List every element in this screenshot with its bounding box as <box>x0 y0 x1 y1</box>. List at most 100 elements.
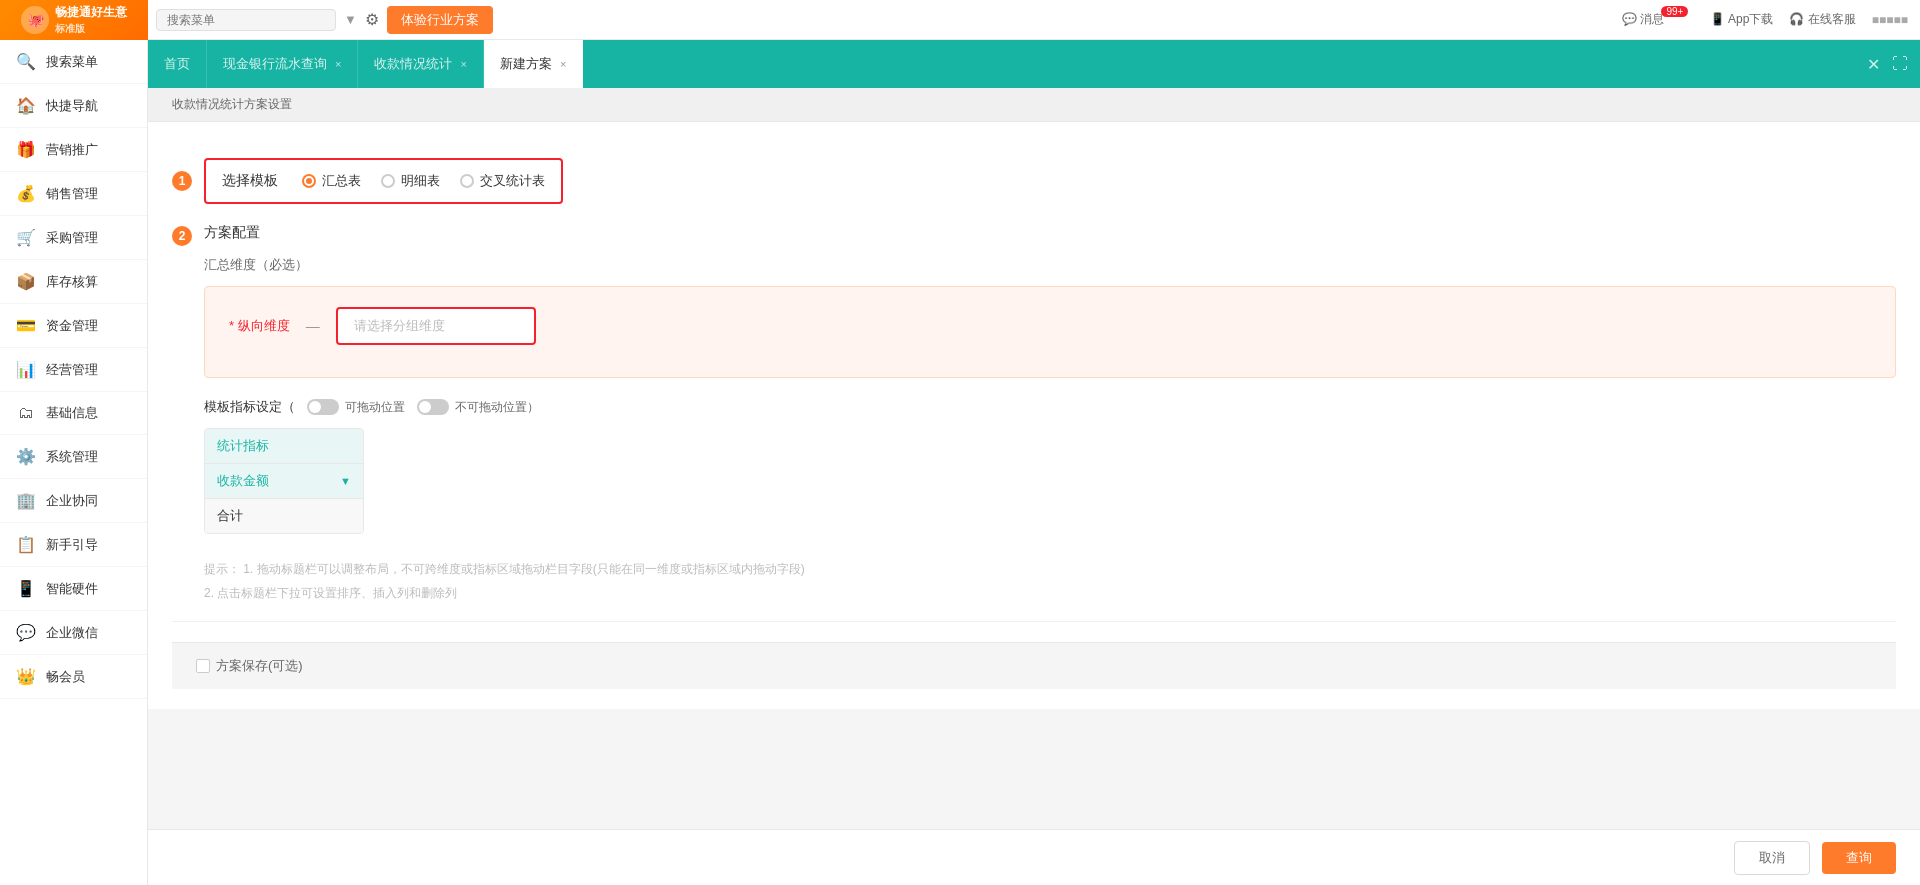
sidebar-item-search[interactable]: 🔍 搜索菜单 <box>0 40 147 84</box>
tab-bar-right: ✕ ⛶ <box>1867 55 1920 74</box>
tab-home[interactable]: 首页 <box>148 40 207 88</box>
save-option: 方案保存(可选) <box>172 642 1896 689</box>
metrics-section: 模板指标设定（ 可拖动位置 不可拖动位置） <box>204 398 1896 537</box>
draggable-toggle: 可拖动位置 <box>307 399 405 416</box>
app-name: 畅捷通好生意 标准版 <box>55 4 127 36</box>
main-layout: 🔍 搜索菜单 🏠 快捷导航 🎁 营销推广 💰 销售管理 🛒 采购管理 📦 库存核… <box>0 40 1920 885</box>
sidebar-item-label: 新手引导 <box>46 536 98 554</box>
sidebar-item-operation[interactable]: 📊 经营管理 <box>0 348 147 392</box>
tab-collection[interactable]: 收款情况统计 × <box>358 40 483 88</box>
radio-summary[interactable]: 汇总表 <box>302 172 361 190</box>
sidebar-item-wechat[interactable]: 💬 企业微信 <box>0 611 147 655</box>
tab-bar: 首页 现金银行流水查询 × 收款情况统计 × 新建方案 × ✕ ⛶ <box>148 40 1920 88</box>
sidebar: 🔍 搜索菜单 🏠 快捷导航 🎁 营销推广 💰 销售管理 🛒 采购管理 📦 库存核… <box>0 40 148 885</box>
sidebar-item-quick[interactable]: 🏠 快捷导航 <box>0 84 147 128</box>
arrow-icon: — <box>306 318 320 334</box>
tab-home-label: 首页 <box>164 55 190 73</box>
sidebar-item-label: 企业协同 <box>46 492 98 510</box>
sidebar-item-basic[interactable]: 🗂 基础信息 <box>0 392 147 435</box>
sidebar-item-guide[interactable]: 📋 新手引导 <box>0 523 147 567</box>
radio-detail[interactable]: 明细表 <box>381 172 440 190</box>
download-section[interactable]: 📱 App下载 <box>1710 11 1773 28</box>
non-draggable-switch[interactable] <box>417 399 449 415</box>
operation-icon: 📊 <box>16 360 36 379</box>
search-input[interactable] <box>156 9 336 31</box>
radio-dot-cross <box>460 174 474 188</box>
radio-dot-detail <box>381 174 395 188</box>
sidebar-item-marketing[interactable]: 🎁 营销推广 <box>0 128 147 172</box>
sidebar-item-label: 系统管理 <box>46 448 98 466</box>
metrics-table-header: 统计指标 <box>205 429 363 464</box>
content-area: 首页 现金银行流水查询 × 收款情况统计 × 新建方案 × ✕ ⛶ 收 <box>148 40 1920 885</box>
tab-collection-close[interactable]: × <box>460 58 466 70</box>
radio-cross[interactable]: 交叉统计表 <box>460 172 545 190</box>
gift-icon: 🎁 <box>16 140 36 159</box>
sidebar-item-inventory[interactable]: 📦 库存核算 <box>0 260 147 304</box>
basic-icon: 🗂 <box>16 404 36 422</box>
industry-btn[interactable]: 体验行业方案 <box>387 6 493 34</box>
logo-icon: 🐙 <box>21 6 49 34</box>
tab-new-plan[interactable]: 新建方案 × <box>484 40 583 88</box>
message-section[interactable]: 💬 消息 99+ <box>1622 11 1695 28</box>
sidebar-item-corp[interactable]: 🏢 企业协同 <box>0 479 147 523</box>
hardware-icon: 📱 <box>16 579 36 598</box>
sidebar-item-label: 销售管理 <box>46 185 98 203</box>
wechat-icon: 💬 <box>16 623 36 642</box>
corp-icon: 🏢 <box>16 491 36 510</box>
tip1: 提示： 1. 拖动标题栏可以调整布局，不可跨维度或指标区域拖动栏目字段(只能在同… <box>204 557 1896 581</box>
save-checkbox-item[interactable]: 方案保存(可选) <box>196 657 303 675</box>
message-badge: 99+ <box>1661 6 1688 17</box>
search-icon: 🔍 <box>16 52 36 71</box>
tab-new-plan-close[interactable]: × <box>560 58 566 70</box>
query-button[interactable]: 查询 <box>1822 842 1896 874</box>
guide-icon: 📋 <box>16 535 36 554</box>
gear-icon[interactable]: ⚙ <box>365 10 379 29</box>
template-radio-group: 汇总表 明细表 交叉统计表 <box>302 172 545 190</box>
draggable-switch[interactable] <box>307 399 339 415</box>
sidebar-item-system[interactable]: ⚙️ 系统管理 <box>0 435 147 479</box>
sidebar-item-capital[interactable]: 💳 资金管理 <box>0 304 147 348</box>
dimension-row: * 纵向维度 — 请选择分组维度 <box>229 307 1871 345</box>
non-draggable-toggle: 不可拖动位置） <box>417 399 539 416</box>
cancel-button[interactable]: 取消 <box>1734 841 1810 875</box>
dimension-label: 汇总维度（必选） <box>204 256 1896 274</box>
close-window-icon[interactable]: ✕ <box>1867 55 1880 74</box>
user-name: ■■■■■ <box>1872 13 1908 27</box>
sidebar-item-label: 经营管理 <box>46 361 98 379</box>
step2-title: 方案配置 <box>204 224 260 240</box>
member-icon: 👑 <box>16 667 36 686</box>
tab-bank[interactable]: 现金银行流水查询 × <box>207 40 358 88</box>
dropdown-icon[interactable]: ▼ <box>344 12 357 27</box>
tips-section: 提示： 1. 拖动标题栏可以调整布局，不可跨维度或指标区域拖动栏目字段(只能在同… <box>204 557 1896 605</box>
dropdown-arrow-icon: ▼ <box>340 475 351 487</box>
form-panel: 1 选择模板 汇总表 明细表 <box>148 122 1920 709</box>
page-content: 收款情况统计方案设置 1 选择模板 汇总表 <box>148 88 1920 885</box>
radio-dot-summary <box>302 174 316 188</box>
sidebar-item-hardware[interactable]: 📱 智能硬件 <box>0 567 147 611</box>
sidebar-item-label: 快捷导航 <box>46 97 98 115</box>
sidebar-item-label: 畅会员 <box>46 668 85 686</box>
sidebar-item-sales[interactable]: 💰 销售管理 <box>0 172 147 216</box>
sidebar-item-label: 库存核算 <box>46 273 98 291</box>
inventory-icon: 📦 <box>16 272 36 291</box>
header-left: ▼ ⚙ 体验行业方案 <box>156 6 1614 34</box>
sidebar-item-label: 采购管理 <box>46 229 98 247</box>
sidebar-item-purchase[interactable]: 🛒 采购管理 <box>0 216 147 260</box>
service-section[interactable]: 🎧 在线客服 <box>1789 11 1855 28</box>
bottom-bar: 取消 查询 <box>148 829 1920 885</box>
vertical-label: * 纵向维度 <box>229 317 290 335</box>
sidebar-item-member[interactable]: 👑 畅会员 <box>0 655 147 699</box>
app-logo: 🐙 畅捷通好生意 标准版 <box>0 0 148 40</box>
maximize-icon[interactable]: ⛶ <box>1892 55 1908 73</box>
dimension-select[interactable]: 请选择分组维度 <box>336 307 536 345</box>
tab-bank-close[interactable]: × <box>335 58 341 70</box>
metrics-col1-header[interactable]: 收款金额 ▼ <box>205 464 363 499</box>
tab-new-plan-label: 新建方案 <box>500 55 552 73</box>
save-checkbox[interactable] <box>196 659 210 673</box>
home-icon: 🏠 <box>16 96 36 115</box>
sidebar-item-label: 智能硬件 <box>46 580 98 598</box>
step1-num: 1 <box>172 171 192 191</box>
sidebar-item-label: 资金管理 <box>46 317 98 335</box>
tip2: 2. 点击标题栏下拉可设置排序、插入列和删除列 <box>204 581 1896 605</box>
sidebar-item-label: 营销推广 <box>46 141 98 159</box>
